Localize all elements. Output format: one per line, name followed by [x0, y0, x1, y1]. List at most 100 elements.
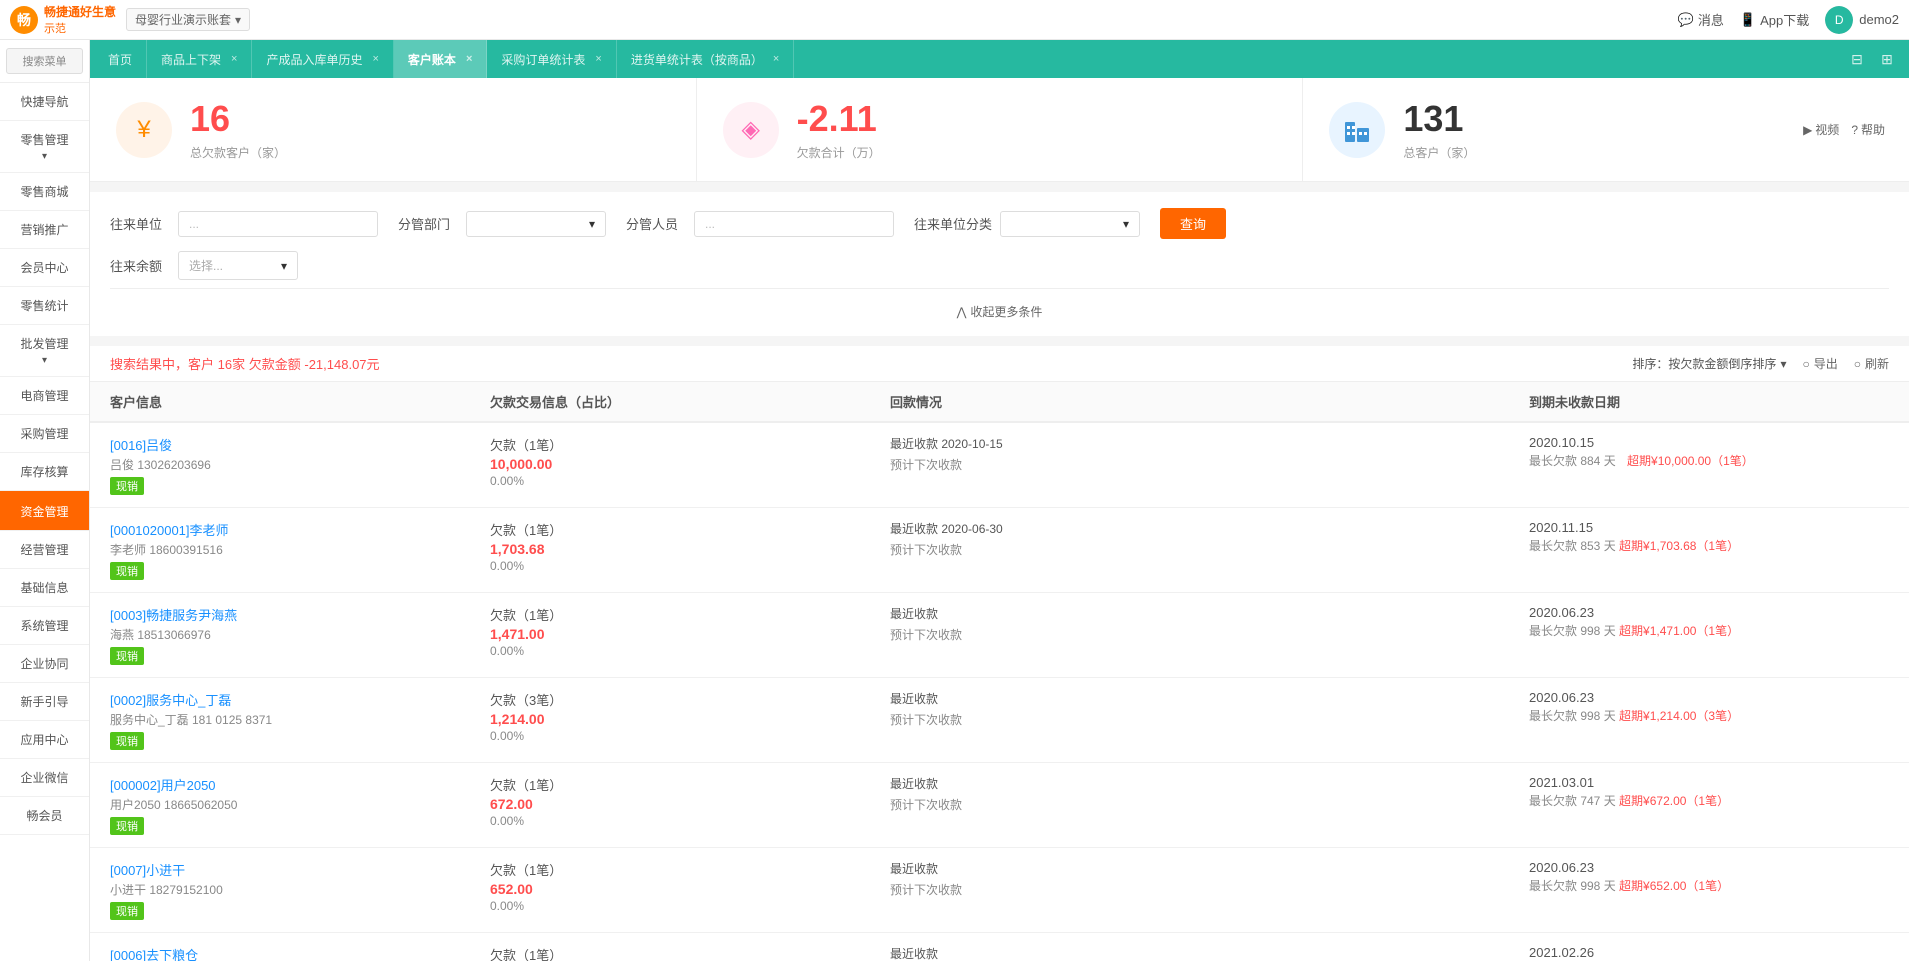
filter-select-category[interactable]: ▾ [1000, 211, 1140, 237]
due-info-6: 2021.02.26 最长欠款 750 天 超期¥455.90（1笔） [1529, 945, 1889, 961]
filter-input-person[interactable]: ... [694, 211, 894, 237]
customer-name-4[interactable]: [000002]用户2050 [110, 778, 216, 793]
results-info: 搜索结果中，客户 16家 欠款金额 -21,148.07元 [110, 354, 380, 373]
overdue-link-0[interactable]: 超期¥10,000.00（1笔） [1627, 454, 1754, 468]
overdue-link-3[interactable]: 超期¥1,214.00（3笔） [1619, 709, 1739, 723]
sidebar-item-wechat[interactable]: 企业微信 [0, 759, 89, 797]
tab-expand-btn[interactable]: ⊞ [1875, 47, 1899, 71]
close-tab-purchase-stats[interactable]: × [595, 53, 601, 65]
sidebar-item-vip[interactable]: 畅会员 [0, 797, 89, 835]
message-btn[interactable]: 💬 消息 [1678, 10, 1724, 29]
tab-inbound-stats[interactable]: 进货单统计表（按商品） × [617, 40, 794, 78]
close-tab-inbound-stats[interactable]: × [773, 53, 779, 65]
customer-info-5: [0007]小进干 小进干 18279152100 现销 [110, 860, 490, 920]
filter-select-dept[interactable]: ▾ [466, 211, 606, 237]
building-icon [1329, 102, 1385, 158]
store-selector[interactable]: 母婴行业演示账套 ▾ [126, 8, 250, 31]
main-content-wrapper: 首页 商品上下架 × 产成品入库单历史 × 客户账本 × 采购订单统计表 × [90, 40, 1909, 961]
export-icon: ○ [1802, 357, 1809, 371]
table-row: [000002]用户2050 用户2050 18665062050 现销 欠款（… [90, 763, 1909, 848]
customer-name-6[interactable]: [0006]去下粮仓 [110, 948, 198, 961]
customer-info-1: [0001020001]李老师 李老师 18600391516 现销 [110, 520, 490, 580]
sort-select[interactable]: 排序：按欠款金额倒序排序 ▾ [1632, 355, 1786, 372]
stat-label-debt-customers: 总欠款客户（家） [190, 144, 672, 161]
stat-info-2: -2.11 欠款合计（万） [797, 98, 1279, 161]
logo-icon: 畅 [10, 6, 38, 34]
table-row: [0016]吕俊 吕俊 13026203696 现销 欠款（1笔） 10,000… [90, 423, 1909, 508]
close-tab-prod-history[interactable]: × [372, 53, 378, 65]
avatar: D [1825, 6, 1853, 34]
video-btn[interactable]: ▶ 视频 [1803, 121, 1839, 138]
customer-info-0: [0016]吕俊 吕俊 13026203696 现销 [110, 435, 490, 495]
stat-card-total-customers: 131 总客户（家） ▶ 视频 ? 帮助 [1303, 78, 1909, 181]
sidebar-item-app-center[interactable]: 应用中心 [0, 721, 89, 759]
repay-info-3: 最近收款 预计下次收款 [890, 690, 1529, 750]
stats-row: ¥ 16 总欠款客户（家） ◈ -2.11 [90, 78, 1909, 182]
tab-goods-status[interactable]: 商品上下架 × [147, 40, 252, 78]
customer-name-0[interactable]: [0016]吕俊 [110, 438, 172, 453]
export-btn[interactable]: ○ 导出 [1802, 355, 1837, 372]
sidebar-item-retail-mgmt[interactable]: 零售管理 ▾ [0, 121, 89, 173]
debt-info-1: 欠款（1笔） 1,703.68 0.00% [490, 520, 890, 580]
collapse-btn[interactable]: ⋀ 收起更多条件 [110, 297, 1889, 326]
due-info-3: 2020.06.23 最长欠款 998 天 超期¥1,214.00（3笔） [1529, 690, 1889, 750]
overdue-link-1[interactable]: 超期¥1,703.68（1笔） [1619, 539, 1739, 553]
logo-area: 畅 畅捷通好生意 示范 [10, 3, 116, 36]
results-bar: 搜索结果中，客户 16家 欠款金额 -21,148.07元 排序：按欠款金额倒序… [90, 346, 1909, 382]
repay-info-6: 最近收款 预计下次收款 [890, 945, 1529, 961]
customer-name-5[interactable]: [0007]小进干 [110, 863, 185, 878]
sidebar-search-btn[interactable]: 搜索菜单 [6, 48, 83, 74]
overdue-link-4[interactable]: 超期¥672.00（1笔） [1619, 794, 1729, 808]
customer-name-3[interactable]: [0002]服务中心_丁磊 [110, 693, 231, 708]
overdue-link-5[interactable]: 超期¥652.00（1笔） [1619, 879, 1729, 893]
due-info-4: 2021.03.01 最长欠款 747 天 超期¥672.00（1笔） [1529, 775, 1889, 835]
sidebar-item-enterprise[interactable]: 企业协同 [0, 645, 89, 683]
customer-name-1[interactable]: [0001020001]李老师 [110, 523, 229, 538]
debt-info-0: 欠款（1笔） 10,000.00 0.00% [490, 435, 890, 495]
close-tab-customer-account[interactable]: × [466, 53, 472, 65]
chevron-down-icon: ▾ [42, 355, 47, 366]
tab-purchase-stats[interactable]: 采购订单统计表 × [487, 40, 616, 78]
sidebar-item-operation[interactable]: 经营管理 [0, 531, 89, 569]
filter-item-person: 分管人员 ... [626, 211, 894, 237]
filter-label-dept: 分管部门 [398, 214, 458, 233]
sidebar-item-marketing[interactable]: 营销推广 [0, 211, 89, 249]
tab-customer-account[interactable]: 客户账本 × [394, 40, 487, 78]
tab-collapse-btn[interactable]: ⊟ [1845, 47, 1869, 71]
sidebar-item-retail-stats[interactable]: 零售统计 [0, 287, 89, 325]
top-bar: 畅 畅捷通好生意 示范 母婴行业演示账套 ▾ 💬 消息 📱 App下载 [0, 0, 1909, 40]
sidebar-item-ecommerce[interactable]: 电商管理 [0, 377, 89, 415]
table-header: 客户信息 欠款交易信息（占比） 回款情况 到期未收款日期 [90, 382, 1909, 423]
sidebar-item-batch-mgmt[interactable]: 批发管理 ▾ [0, 325, 89, 377]
refresh-btn[interactable]: ○ 刷新 [1854, 355, 1889, 372]
sidebar-item-system[interactable]: 系统管理 [0, 607, 89, 645]
table-row: [0006]去下粮仓 陈小甫 现销 欠款（1笔） 455.90 0.00% 最近… [90, 933, 1909, 961]
customer-name-2[interactable]: [0003]畅捷服务尹海燕 [110, 608, 237, 623]
search-button[interactable]: 查询 [1160, 208, 1226, 239]
overdue-link-2[interactable]: 超期¥1,471.00（1笔） [1619, 624, 1739, 638]
sidebar-item-members[interactable]: 会员中心 [0, 249, 89, 287]
customer-tag-5: 现销 [110, 902, 144, 920]
tab-prod-history[interactable]: 产成品入库单历史 × [252, 40, 393, 78]
sidebar-item-guide[interactable]: 新手引导 [0, 683, 89, 721]
sidebar-item-inventory[interactable]: 库存核算 [0, 453, 89, 491]
results-actions: 排序：按欠款金额倒序排序 ▾ ○ 导出 ○ 刷新 [1632, 355, 1889, 372]
table-row: [0003]畅捷服务尹海燕 海燕 18513066976 现销 欠款（1笔） 1… [90, 593, 1909, 678]
filter-select-balance[interactable]: 选择... ▾ [178, 251, 298, 280]
sidebar-item-retail-shop[interactable]: 零售商城 [0, 173, 89, 211]
filter-input-unit[interactable]: ... [178, 211, 378, 237]
sidebar-item-finance[interactable]: 资金管理 [0, 491, 89, 531]
sidebar-item-purchase[interactable]: 采购管理 [0, 415, 89, 453]
help-btn[interactable]: ? 帮助 [1851, 121, 1885, 138]
customer-tag-2: 现销 [110, 647, 144, 665]
close-tab-goods-status[interactable]: × [231, 53, 237, 65]
app-download-btn[interactable]: 📱 App下载 [1740, 10, 1809, 29]
table-row: [0007]小进干 小进干 18279152100 现销 欠款（1笔） 652.… [90, 848, 1909, 933]
tab-home[interactable]: 首页 [94, 40, 147, 78]
stat-icon-3 [1327, 100, 1387, 160]
sidebar-item-quick-nav[interactable]: 快捷导航 [0, 83, 89, 121]
stat-value-total-customers: 131 [1403, 98, 1787, 140]
sidebar-item-basic-info[interactable]: 基础信息 [0, 569, 89, 607]
user-info[interactable]: D demo2 [1825, 6, 1899, 34]
customer-tag-1: 现销 [110, 562, 144, 580]
